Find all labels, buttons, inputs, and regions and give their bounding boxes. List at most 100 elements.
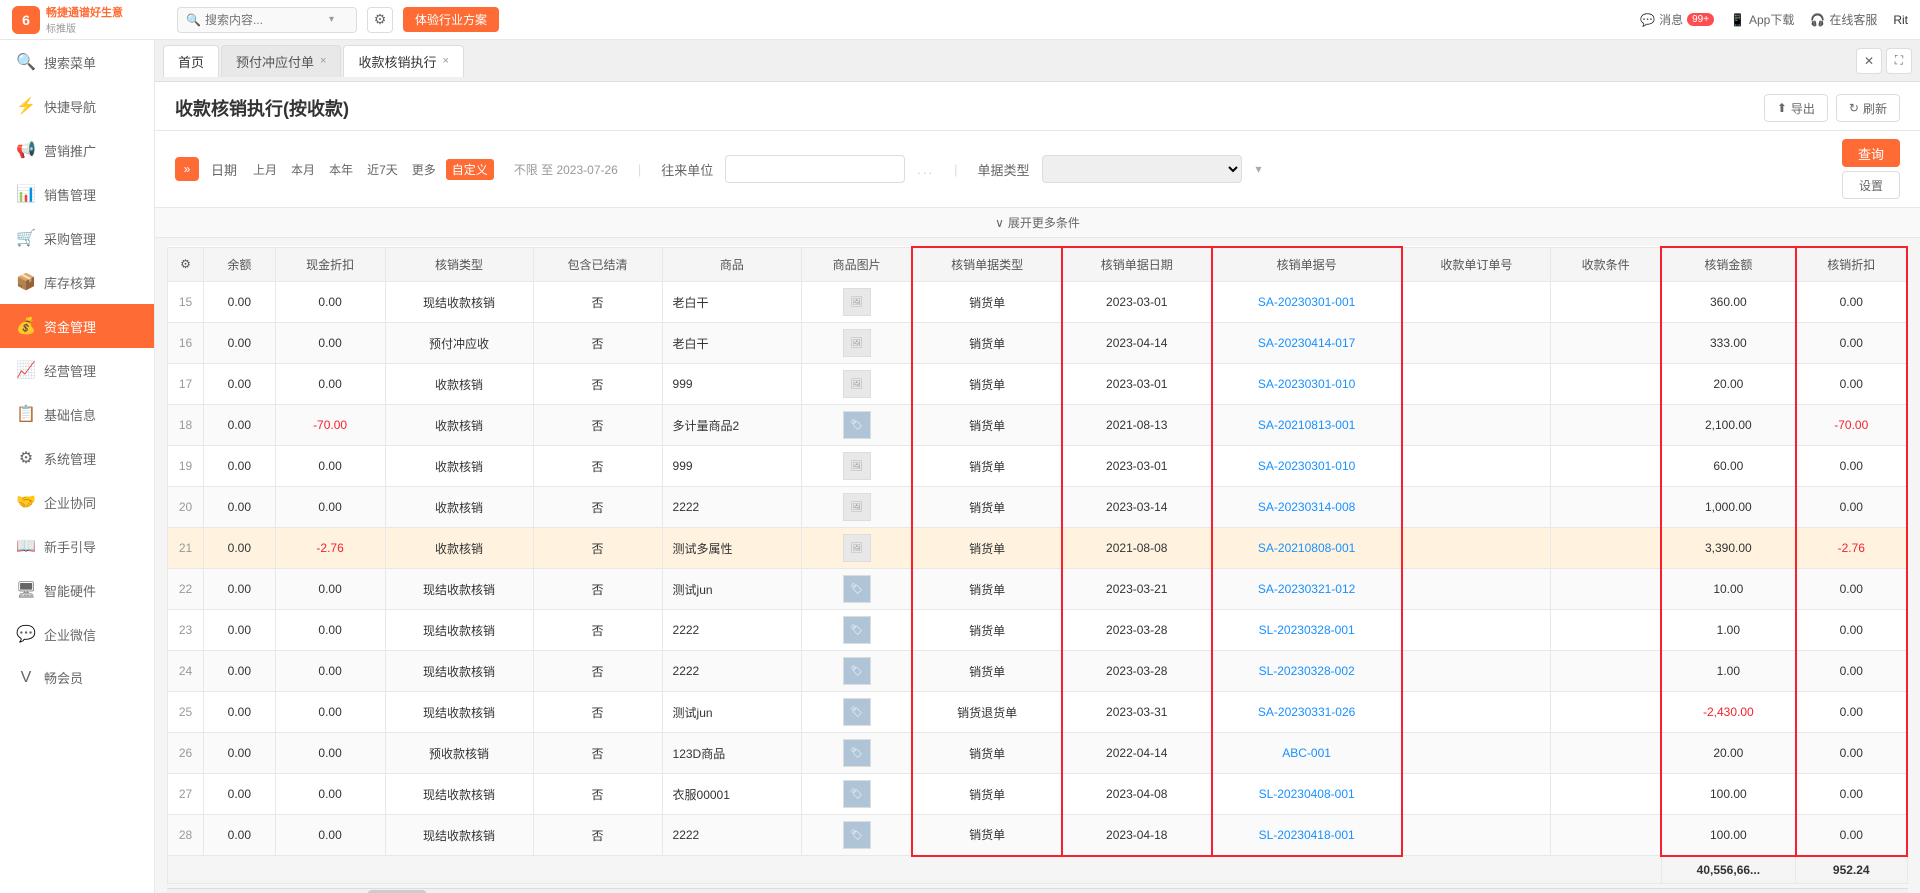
search-input[interactable] [205, 13, 325, 27]
refresh-button[interactable]: ↻ 刷新 [1836, 94, 1900, 122]
sidebar-item-hardware[interactable]: 🖥 智能硬件 [0, 568, 154, 612]
cell-verify-doc-no[interactable]: SA-20210808-001 [1212, 528, 1402, 569]
table-container[interactable]: ⚙ 余额 现金折扣 核销类型 包含已结清 商品 商品图片 核销单据类型 核销单据… [155, 238, 1920, 893]
sidebar-item-inventory[interactable]: 📦 库存核算 [0, 260, 154, 304]
cell-goods-image: 🖼 [802, 487, 913, 528]
date-opt-more[interactable]: 更多 [408, 159, 440, 180]
cell-include-settled: 否 [533, 692, 662, 733]
settings-button[interactable]: 设置 [1842, 171, 1900, 199]
top-search-box[interactable]: 🔍 ▾ [177, 7, 357, 33]
tab-verify-close[interactable]: × [442, 55, 448, 67]
sidebar-item-quicknav[interactable]: ⚡ 快捷导航 [0, 84, 154, 128]
export-button[interactable]: ⬆ 导出 [1764, 94, 1828, 122]
cell-goods: 123D商品 [662, 733, 802, 774]
user-name[interactable]: Rit [1893, 13, 1908, 27]
date-opt-this-year[interactable]: 本年 [325, 159, 357, 180]
sidebar-item-finance[interactable]: 💰 资金管理 [0, 304, 154, 348]
tab-verify[interactable]: 收款核销执行 × [343, 45, 463, 77]
app-download-button[interactable]: 📱 App下载 [1730, 11, 1794, 28]
table-row: 17 0.00 0.00 收款核销 否 999 🖼 销货单 2023-03-01… [168, 364, 1908, 405]
finance-icon: 💰 [16, 316, 36, 336]
voucher-type-select[interactable] [1042, 155, 1242, 183]
online-service-button[interactable]: 🎧 在线客服 [1810, 11, 1877, 28]
cell-verify-doc-date: 2023-03-01 [1062, 364, 1212, 405]
cell-balance: 0.00 [204, 815, 276, 856]
date-opt-last-month[interactable]: 上月 [249, 159, 281, 180]
cell-goods-image: 🏷 [802, 610, 913, 651]
sidebar-item-collab[interactable]: 🤝 企业协同 [0, 480, 154, 524]
horizontal-scrollbar[interactable] [167, 888, 1908, 893]
cell-verify-doc-no[interactable]: SA-20230301-010 [1212, 446, 1402, 487]
tab-maximize-button[interactable]: ⛶ [1886, 48, 1912, 74]
query-button[interactable]: 查询 [1842, 139, 1900, 167]
tab-home[interactable]: 首页 [163, 45, 219, 77]
cell-verify-doc-no[interactable]: SA-20210813-001 [1212, 405, 1402, 446]
expand-more-bar: ∨ 展开更多条件 [155, 208, 1920, 238]
main-table: ⚙ 余额 现金折扣 核销类型 包含已结清 商品 商品图片 核销单据类型 核销单据… [167, 246, 1908, 884]
cell-include-settled: 否 [533, 651, 662, 692]
cell-verify-doc-no[interactable]: SA-20230301-001 [1212, 282, 1402, 323]
settings-button[interactable]: ⚙ [367, 7, 393, 33]
cell-verify-amount: 60.00 [1661, 446, 1795, 487]
cell-verify-doc-no[interactable]: SA-20230321-012 [1212, 569, 1402, 610]
col-gear[interactable]: ⚙ [168, 247, 204, 282]
cell-balance: 0.00 [204, 774, 276, 815]
sidebar-item-basics[interactable]: 📋 基础信息 [0, 392, 154, 436]
trial-button[interactable]: 体验行业方案 [403, 7, 499, 32]
cell-verify-discount: 0.00 [1796, 323, 1907, 364]
tab-prepay-close[interactable]: × [320, 55, 326, 67]
cell-verify-doc-no[interactable]: SL-20230408-001 [1212, 774, 1402, 815]
cell-verify-type: 预付冲应收 [385, 323, 533, 364]
tab-bar: 首页 预付冲应付单 × 收款核销执行 × ✕ ⛶ [155, 40, 1920, 82]
cell-verify-type: 现结收款核销 [385, 651, 533, 692]
cell-cash-discount: 0.00 [275, 610, 385, 651]
cell-verify-doc-no[interactable]: ABC-001 [1212, 733, 1402, 774]
sidebar-item-search[interactable]: 🔍 搜索菜单 [0, 40, 154, 84]
cell-receipt-condition [1551, 446, 1662, 487]
cell-verify-doc-type: 销货单 [912, 323, 1062, 364]
table-row: 22 0.00 0.00 现结收款核销 否 测试jun 🏷 销货单 2023-0… [168, 569, 1908, 610]
page-content: 收款核销执行(按收款) ⬆ 导出 ↻ 刷新 » 日期 上月 本月 本年 近7天 [155, 82, 1920, 893]
sidebar-item-label: 畅会员 [44, 668, 83, 687]
sidebar-item-vip[interactable]: V 畅会员 [0, 656, 154, 699]
cell-include-settled: 否 [533, 569, 662, 610]
date-opt-7days[interactable]: 近7天 [363, 159, 402, 180]
top-bar: 6 畅捷通谱好生意 标推版 🔍 ▾ ⚙ 体验行业方案 💬 消息 99+ 📱 Ap… [0, 0, 1920, 40]
tab-close-button[interactable]: ✕ [1856, 48, 1882, 74]
cell-verify-doc-no[interactable]: SA-20230314-008 [1212, 487, 1402, 528]
sidebar-item-guide[interactable]: 📖 新手引导 [0, 524, 154, 568]
messages-button[interactable]: 💬 消息 99+ [1640, 11, 1714, 28]
table-row: 27 0.00 0.00 现结收款核销 否 衣服00001 🏷 销货单 2023… [168, 774, 1908, 815]
sidebar-item-wechat[interactable]: 💬 企业微信 [0, 612, 154, 656]
cell-verify-doc-no[interactable]: SL-20230328-001 [1212, 610, 1402, 651]
table-row: 24 0.00 0.00 现结收款核销 否 2222 🏷 销货单 2023-03… [168, 651, 1908, 692]
cell-verify-doc-no[interactable]: SA-20230301-010 [1212, 364, 1402, 405]
expand-more-button[interactable]: ∨ 展开更多条件 [995, 214, 1080, 231]
cell-verify-doc-type: 销货退货单 [912, 692, 1062, 733]
cell-receipt-order [1402, 364, 1551, 405]
cell-no: 19 [168, 446, 204, 487]
cell-goods-image: 🏷 [802, 774, 913, 815]
cell-verify-doc-no[interactable]: SL-20230328-002 [1212, 651, 1402, 692]
sidebar-item-purchase[interactable]: 🛒 采购管理 [0, 216, 154, 260]
sidebar-item-sales[interactable]: 📊 销售管理 [0, 172, 154, 216]
cell-goods: 测试jun [662, 569, 802, 610]
cell-verify-discount: 0.00 [1796, 651, 1907, 692]
sidebar-item-system[interactable]: ⚙ 系统管理 [0, 436, 154, 480]
sidebar-item-marketing[interactable]: 📢 营销推广 [0, 128, 154, 172]
cell-verify-type: 现结收款核销 [385, 774, 533, 815]
expand-button[interactable]: » [175, 157, 199, 181]
cell-verify-doc-no[interactable]: SA-20230414-017 [1212, 323, 1402, 364]
cell-verify-doc-no[interactable]: SA-20230331-026 [1212, 692, 1402, 733]
cell-goods: 2222 [662, 487, 802, 528]
partner-input[interactable] [725, 155, 905, 183]
sidebar-item-operations[interactable]: 📈 经营管理 [0, 348, 154, 392]
cell-verify-doc-no[interactable]: SL-20230418-001 [1212, 815, 1402, 856]
date-opt-this-month[interactable]: 本月 [287, 159, 319, 180]
date-custom-button[interactable]: 自定义 [446, 159, 494, 180]
page-title: 收款核销执行(按收款) [175, 95, 349, 121]
cell-cash-discount: 0.00 [275, 651, 385, 692]
partner-label: 往来单位 [661, 160, 713, 179]
tab-prepay[interactable]: 预付冲应付单 × [221, 45, 341, 77]
cell-receipt-condition [1551, 569, 1662, 610]
